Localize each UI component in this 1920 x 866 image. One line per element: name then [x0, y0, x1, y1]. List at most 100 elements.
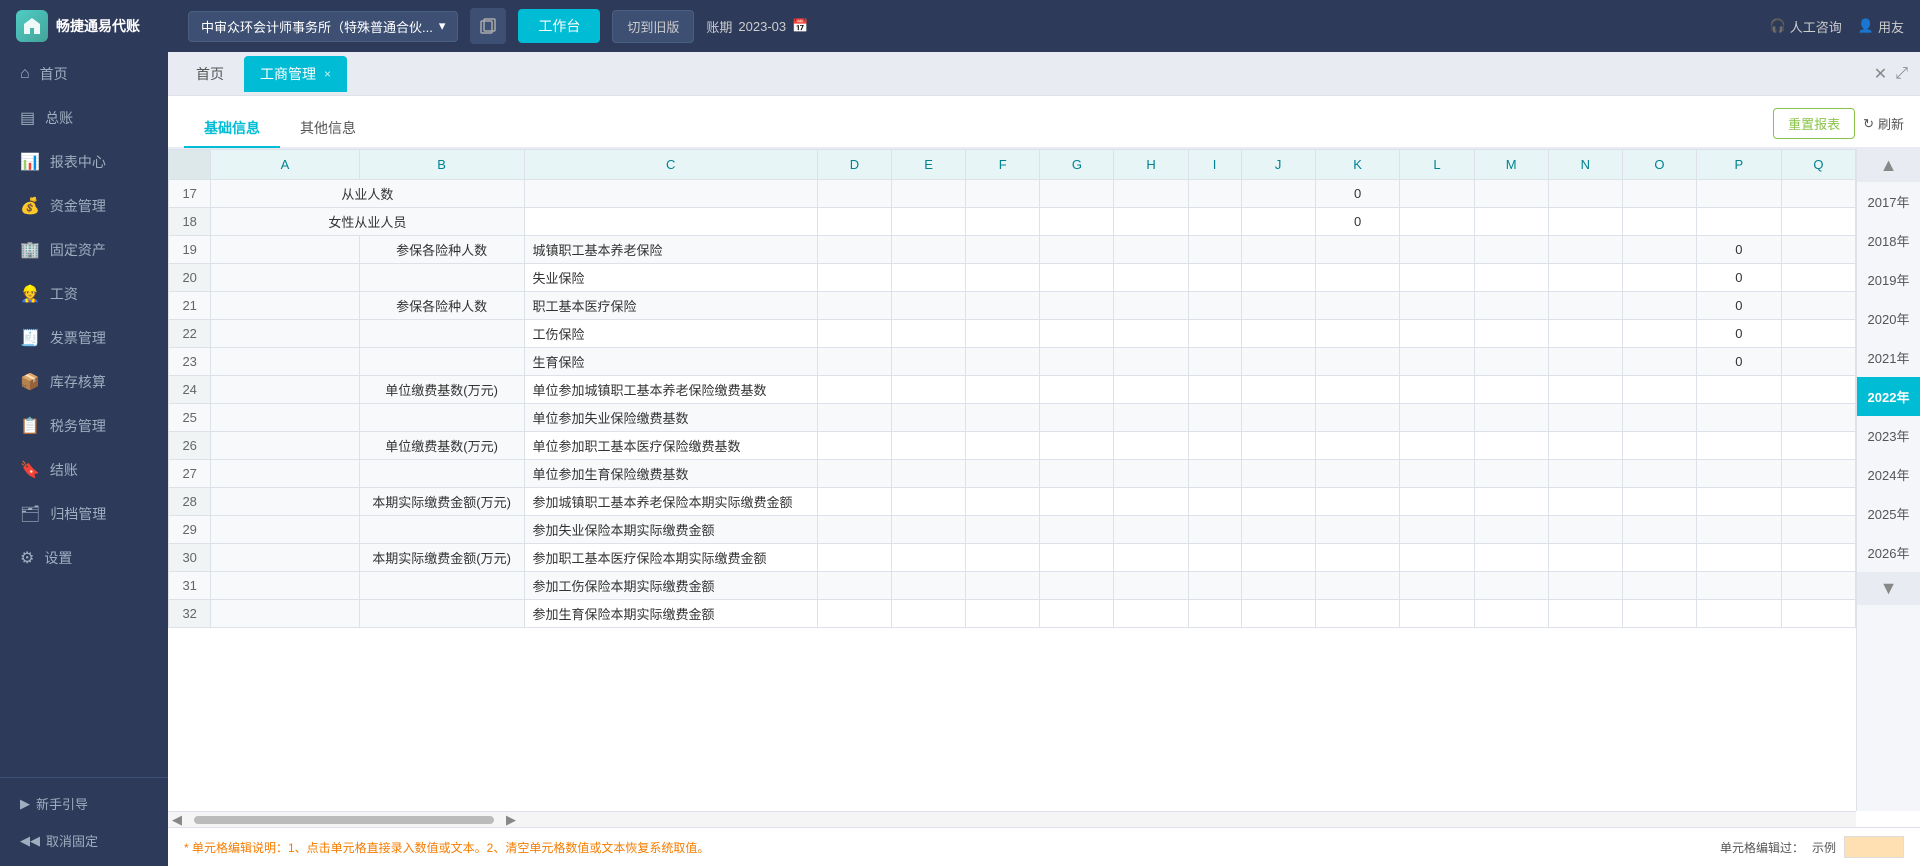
- cell-g17[interactable]: [1040, 180, 1114, 208]
- cell-f29[interactable]: [966, 516, 1040, 544]
- company-copy-button[interactable]: [470, 8, 506, 44]
- cell-k18[interactable]: 0: [1315, 208, 1400, 236]
- cell-e30[interactable]: [892, 544, 966, 572]
- cell-i28[interactable]: [1188, 488, 1241, 516]
- cell-h26[interactable]: [1114, 432, 1188, 460]
- cell-i26[interactable]: [1188, 432, 1241, 460]
- cell-q24[interactable]: [1781, 376, 1855, 404]
- cell-j32[interactable]: [1241, 600, 1315, 628]
- cell-f22[interactable]: [966, 320, 1040, 348]
- cell-o28[interactable]: [1622, 488, 1696, 516]
- tab-home[interactable]: 首页: [180, 56, 240, 92]
- cell-k26[interactable]: [1315, 432, 1400, 460]
- cell-d20[interactable]: [817, 264, 891, 292]
- cell-l21[interactable]: [1400, 292, 1474, 320]
- cell-h31[interactable]: [1114, 572, 1188, 600]
- cell-h32[interactable]: [1114, 600, 1188, 628]
- cell-m22[interactable]: [1474, 320, 1548, 348]
- close-panel-icon[interactable]: ✕: [1874, 64, 1887, 84]
- horizontal-scrollbar[interactable]: ◀ ▶: [168, 811, 1856, 827]
- cell-l23[interactable]: [1400, 348, 1474, 376]
- cell-k30[interactable]: [1315, 544, 1400, 572]
- cell-b27[interactable]: [359, 460, 524, 488]
- cell-h18[interactable]: [1114, 208, 1188, 236]
- cell-c23[interactable]: 生育保险: [524, 348, 817, 376]
- year-2022[interactable]: 2022年: [1857, 377, 1920, 416]
- cell-m18[interactable]: [1474, 208, 1548, 236]
- cell-o24[interactable]: [1622, 376, 1696, 404]
- cell-k27[interactable]: [1315, 460, 1400, 488]
- cell-f23[interactable]: [966, 348, 1040, 376]
- cell-j22[interactable]: [1241, 320, 1315, 348]
- cell-c27[interactable]: 单位参加生育保险缴费基数: [524, 460, 817, 488]
- cell-l29[interactable]: [1400, 516, 1474, 544]
- cell-f18[interactable]: [966, 208, 1040, 236]
- user-area[interactable]: 👤 用友: [1858, 17, 1904, 36]
- year-2018[interactable]: 2018年: [1857, 221, 1920, 260]
- cell-b25[interactable]: [359, 404, 524, 432]
- cell-p28[interactable]: [1697, 488, 1782, 516]
- year-panel-up[interactable]: ▲: [1857, 149, 1920, 182]
- cell-b22[interactable]: [359, 320, 524, 348]
- cell-n27[interactable]: [1548, 460, 1622, 488]
- cell-h23[interactable]: [1114, 348, 1188, 376]
- cell-p20[interactable]: 0: [1697, 264, 1782, 292]
- cell-m24[interactable]: [1474, 376, 1548, 404]
- cell-m30[interactable]: [1474, 544, 1548, 572]
- cell-n25[interactable]: [1548, 404, 1622, 432]
- cell-p17[interactable]: [1697, 180, 1782, 208]
- cell-m23[interactable]: [1474, 348, 1548, 376]
- cell-c25[interactable]: 单位参加失业保险缴费基数: [524, 404, 817, 432]
- scroll-left-btn[interactable]: ◀: [168, 812, 186, 828]
- cell-f26[interactable]: [966, 432, 1040, 460]
- cell-g23[interactable]: [1040, 348, 1114, 376]
- sidebar-item-fixed-asset[interactable]: 🏢 固定资产: [0, 228, 168, 272]
- cell-a28[interactable]: [211, 488, 359, 516]
- cell-g24[interactable]: [1040, 376, 1114, 404]
- cell-c31[interactable]: 参加工伤保险本期实际缴费金额: [524, 572, 817, 600]
- cell-e26[interactable]: [892, 432, 966, 460]
- cell-m28[interactable]: [1474, 488, 1548, 516]
- cell-f27[interactable]: [966, 460, 1040, 488]
- cell-d21[interactable]: [817, 292, 891, 320]
- cell-q29[interactable]: [1781, 516, 1855, 544]
- cell-b20[interactable]: [359, 264, 524, 292]
- cell-d24[interactable]: [817, 376, 891, 404]
- cell-l18[interactable]: [1400, 208, 1474, 236]
- sidebar-item-capital[interactable]: 💰 资金管理: [0, 184, 168, 228]
- cell-j21[interactable]: [1241, 292, 1315, 320]
- sidebar-item-archive[interactable]: 🗂 归档管理: [0, 492, 168, 536]
- cell-o29[interactable]: [1622, 516, 1696, 544]
- cell-p21[interactable]: 0: [1697, 292, 1782, 320]
- cell-e32[interactable]: [892, 600, 966, 628]
- cell-p24[interactable]: [1697, 376, 1782, 404]
- cell-e31[interactable]: [892, 572, 966, 600]
- cell-c19[interactable]: 城镇职工基本养老保险: [524, 236, 817, 264]
- cell-i27[interactable]: [1188, 460, 1241, 488]
- cell-o30[interactable]: [1622, 544, 1696, 572]
- spreadsheet-wrap[interactable]: A B C D E F G H I J K L: [168, 149, 1856, 811]
- cell-a19[interactable]: [211, 236, 359, 264]
- sidebar-item-salary[interactable]: 👷 工资: [0, 272, 168, 316]
- cell-f32[interactable]: [966, 600, 1040, 628]
- sidebar-item-settings[interactable]: ⚙ 设置: [0, 536, 168, 580]
- cell-k19[interactable]: [1315, 236, 1400, 264]
- cell-o31[interactable]: [1622, 572, 1696, 600]
- cell-n22[interactable]: [1548, 320, 1622, 348]
- cell-h19[interactable]: [1114, 236, 1188, 264]
- cell-j29[interactable]: [1241, 516, 1315, 544]
- cell-i18[interactable]: [1188, 208, 1241, 236]
- cell-c18[interactable]: [524, 208, 817, 236]
- cell-e22[interactable]: [892, 320, 966, 348]
- cell-n20[interactable]: [1548, 264, 1622, 292]
- cell-b30[interactable]: 本期实际缴费金额(万元): [359, 544, 524, 572]
- cell-d29[interactable]: [817, 516, 891, 544]
- cell-h22[interactable]: [1114, 320, 1188, 348]
- cell-p22[interactable]: 0: [1697, 320, 1782, 348]
- cell-k28[interactable]: [1315, 488, 1400, 516]
- year-2021[interactable]: 2021年: [1857, 338, 1920, 377]
- cell-i23[interactable]: [1188, 348, 1241, 376]
- cell-a22[interactable]: [211, 320, 359, 348]
- year-2017[interactable]: 2017年: [1857, 182, 1920, 221]
- cell-g19[interactable]: [1040, 236, 1114, 264]
